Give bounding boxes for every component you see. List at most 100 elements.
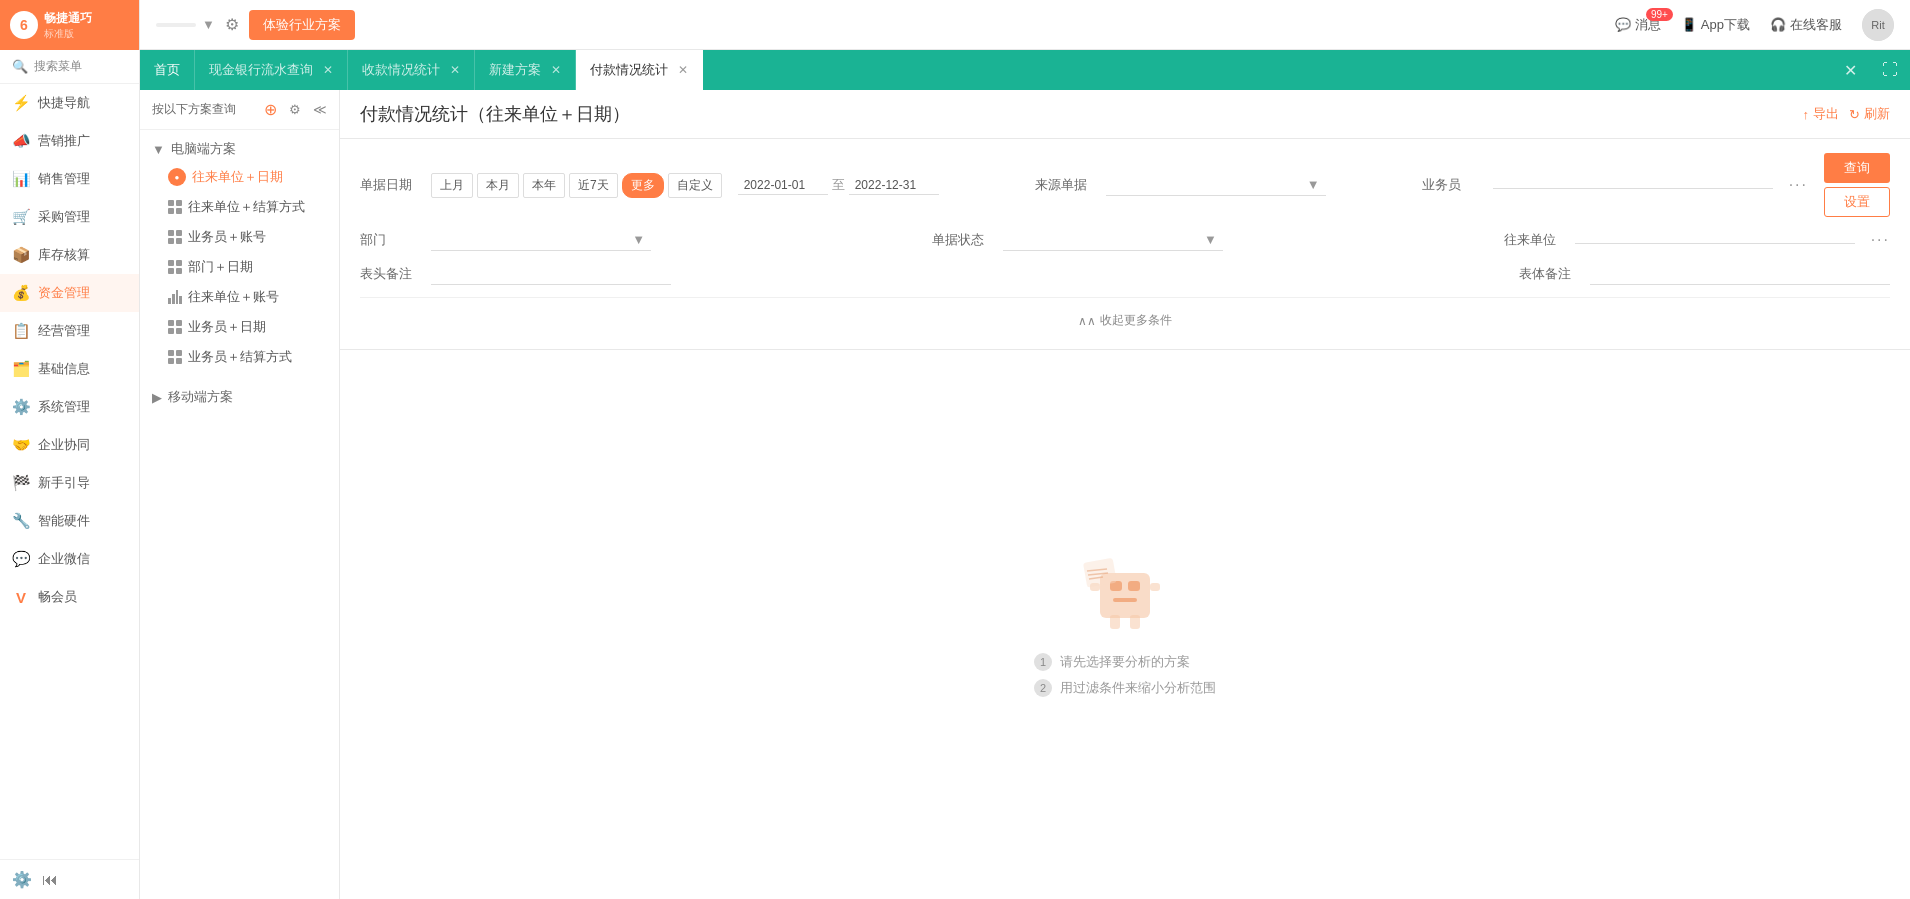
voucher-status-select: ▼ <box>1003 229 1223 251</box>
scheme-collapse-icon[interactable]: ≪ <box>313 102 327 117</box>
sidebar-item-label: 智能硬件 <box>38 512 90 530</box>
date-btn-last-month[interactable]: 上月 <box>431 173 473 198</box>
sidebar-item-capital[interactable]: 💰 资金管理 <box>0 274 139 312</box>
tab-payment[interactable]: 付款情况统计 ✕ <box>576 50 703 90</box>
settings-small-button[interactable]: 设置 <box>1824 187 1890 217</box>
trial-button[interactable]: 体验行业方案 <box>249 10 355 40</box>
main-area: ▼ ⚙ 体验行业方案 💬 消息 99+ 📱 App下载 🎧 在线客服 Rit <box>140 0 1910 899</box>
scheme-item-chart-icon <box>168 290 182 304</box>
date-btn-this-month[interactable]: 本月 <box>477 173 519 198</box>
tab-home[interactable]: 首页 <box>140 50 195 90</box>
logo-name: 畅捷通巧 <box>44 10 92 27</box>
empty-state: 1 请先选择要分析的方案 2 用过滤条件来缩小分析范围 <box>340 350 1910 899</box>
scheme-item-unit-date[interactable]: ● 往来单位＋日期 <box>140 162 339 192</box>
scheme-item-unit-account[interactable]: 往来单位＋账号 <box>140 282 339 312</box>
tab-home-label: 首页 <box>154 61 180 79</box>
staff-more-icon[interactable]: ··· <box>1789 176 1808 194</box>
sidebar-item-label: 新手引导 <box>38 474 90 492</box>
sidebar-item-quicknav[interactable]: ⚡ 快捷导航 <box>0 84 139 122</box>
tab-new-scheme-label: 新建方案 <box>489 61 541 79</box>
scheme-add-icon[interactable]: ⊕ <box>264 100 277 119</box>
refresh-button[interactable]: ↻ 刷新 <box>1849 105 1890 123</box>
page-header: 付款情况统计（往来单位＋日期） ↑ 导出 ↻ 刷新 <box>340 90 1910 139</box>
date-range-separator: 至 <box>832 176 845 194</box>
footer-collapse-icon[interactable]: ⏮ <box>42 871 58 889</box>
scheme-item-unit-pay[interactable]: 往来单位＋结算方式 <box>140 192 339 222</box>
scheme-group-pc-header[interactable]: ▼ 电脑端方案 <box>140 136 339 162</box>
sidebar-item-inventory[interactable]: 📦 库存核算 <box>0 236 139 274</box>
tab-minimize-button[interactable]: ✕ <box>1830 50 1870 90</box>
scheme-item-dept-date[interactable]: 部门＋日期 <box>140 252 339 282</box>
svg-rect-8 <box>1083 557 1117 587</box>
source-select: ▼ <box>1106 174 1326 196</box>
query-button[interactable]: 查询 <box>1824 153 1890 183</box>
scheme-settings-icon[interactable]: ⚙ <box>289 102 301 117</box>
scheme-mobile-group: ▶ 移动端方案 <box>140 378 339 416</box>
app-download-button[interactable]: 📱 App下载 <box>1681 16 1750 34</box>
scheme-item-staff-pay[interactable]: 业务员＋结算方式 <box>140 342 339 372</box>
date-btn-more[interactable]: 更多 <box>622 173 664 198</box>
topbar-settings-icon[interactable]: ⚙ <box>225 15 239 34</box>
page-content: 按以下方案查询 ⊕ ⚙ ≪ ▼ 电脑端方案 ● 往来单位＋日期 <box>140 90 1910 899</box>
tab-receipt-close-icon[interactable]: ✕ <box>450 63 460 77</box>
circle-check-icon: ● <box>175 173 180 182</box>
tab-cashflow[interactable]: 现金银行流水查询 ✕ <box>195 50 348 90</box>
table-body-note-input[interactable] <box>1590 263 1890 285</box>
partner-filter-label: 往来单位 <box>1504 231 1559 249</box>
search-icon: 🔍 <box>12 59 28 74</box>
sidebar-item-label: 基础信息 <box>38 360 90 378</box>
marketing-icon: 📣 <box>12 132 30 150</box>
online-service-button[interactable]: 🎧 在线客服 <box>1770 16 1842 34</box>
tab-receipt[interactable]: 收款情况统计 ✕ <box>348 50 475 90</box>
partner-select-box[interactable] <box>1575 237 1855 244</box>
sidebar-item-label: 采购管理 <box>38 208 90 226</box>
date-btn-7days[interactable]: 近7天 <box>569 173 618 198</box>
sidebar-item-operation[interactable]: 📋 经营管理 <box>0 312 139 350</box>
source-select-box[interactable]: ▼ <box>1106 174 1326 196</box>
sidebar-nav: ⚡ 快捷导航 📣 营销推广 📊 销售管理 🛒 采购管理 📦 库存核算 💰 资金管… <box>0 84 139 859</box>
date-btn-this-year[interactable]: 本年 <box>523 173 565 198</box>
scheme-item-label: 业务员＋账号 <box>188 228 266 246</box>
svg-rect-6 <box>1110 615 1120 629</box>
scheme-group-mobile-header[interactable]: ▶ 移动端方案 <box>140 384 339 410</box>
sidebar-item-hardware[interactable]: 🔧 智能硬件 <box>0 502 139 540</box>
topbar-account[interactable]: ▼ <box>156 17 215 32</box>
date-btn-custom[interactable]: 自定义 <box>668 173 722 198</box>
filter-row-1: 单据日期 上月 本月 本年 近7天 更多 自定义 至 <box>360 153 1890 217</box>
sidebar-item-cooperation[interactable]: 🤝 企业协同 <box>0 426 139 464</box>
date-end-input[interactable] <box>849 176 939 195</box>
footer-settings-icon[interactable]: ⚙️ <box>12 870 32 889</box>
sales-icon: 📊 <box>12 170 30 188</box>
user-avatar[interactable]: Rit <box>1862 9 1894 41</box>
sidebar-item-label: 企业协同 <box>38 436 90 454</box>
tab-new-scheme-close-icon[interactable]: ✕ <box>551 63 561 77</box>
sidebar-item-purchase[interactable]: 🛒 采购管理 <box>0 198 139 236</box>
operation-icon: 📋 <box>12 322 30 340</box>
sidebar-search[interactable]: 🔍 搜索菜单 <box>0 50 139 84</box>
date-start-input[interactable] <box>738 176 828 195</box>
sidebar-item-member[interactable]: V 畅会员 <box>0 578 139 616</box>
tab-new-scheme[interactable]: 新建方案 ✕ <box>475 50 576 90</box>
svg-rect-2 <box>1128 581 1140 591</box>
sidebar-item-sales[interactable]: 📊 销售管理 <box>0 160 139 198</box>
scheme-item-staff-account[interactable]: 业务员＋账号 <box>140 222 339 252</box>
message-button[interactable]: 💬 消息 99+ <box>1615 16 1661 34</box>
sidebar-item-guide[interactable]: 🏁 新手引导 <box>0 464 139 502</box>
scheme-item-label: 业务员＋结算方式 <box>188 348 292 366</box>
voucher-status-select-box[interactable]: ▼ <box>1003 229 1223 251</box>
sidebar-item-marketing[interactable]: 📣 营销推广 <box>0 122 139 160</box>
tab-cashflow-close-icon[interactable]: ✕ <box>323 63 333 77</box>
table-header-note-input[interactable] <box>431 263 671 285</box>
partner-more-icon[interactable]: ··· <box>1871 231 1890 249</box>
sidebar-item-wechat[interactable]: 💬 企业微信 <box>0 540 139 578</box>
scheme-item-staff-date[interactable]: 业务员＋日期 <box>140 312 339 342</box>
collapse-more-button[interactable]: ∧∧ 收起更多条件 <box>360 306 1890 335</box>
tab-expand-button[interactable]: ⛶ <box>1870 50 1910 90</box>
sidebar-item-label: 库存核算 <box>38 246 90 264</box>
export-button[interactable]: ↑ 导出 <box>1803 105 1840 123</box>
staff-select-box[interactable] <box>1493 182 1773 189</box>
sidebar-item-basics[interactable]: 🗂️ 基础信息 <box>0 350 139 388</box>
tab-payment-close-icon[interactable]: ✕ <box>678 63 688 77</box>
sidebar-item-system[interactable]: ⚙️ 系统管理 <box>0 388 139 426</box>
dept-select-box[interactable]: ▼ <box>431 229 651 251</box>
